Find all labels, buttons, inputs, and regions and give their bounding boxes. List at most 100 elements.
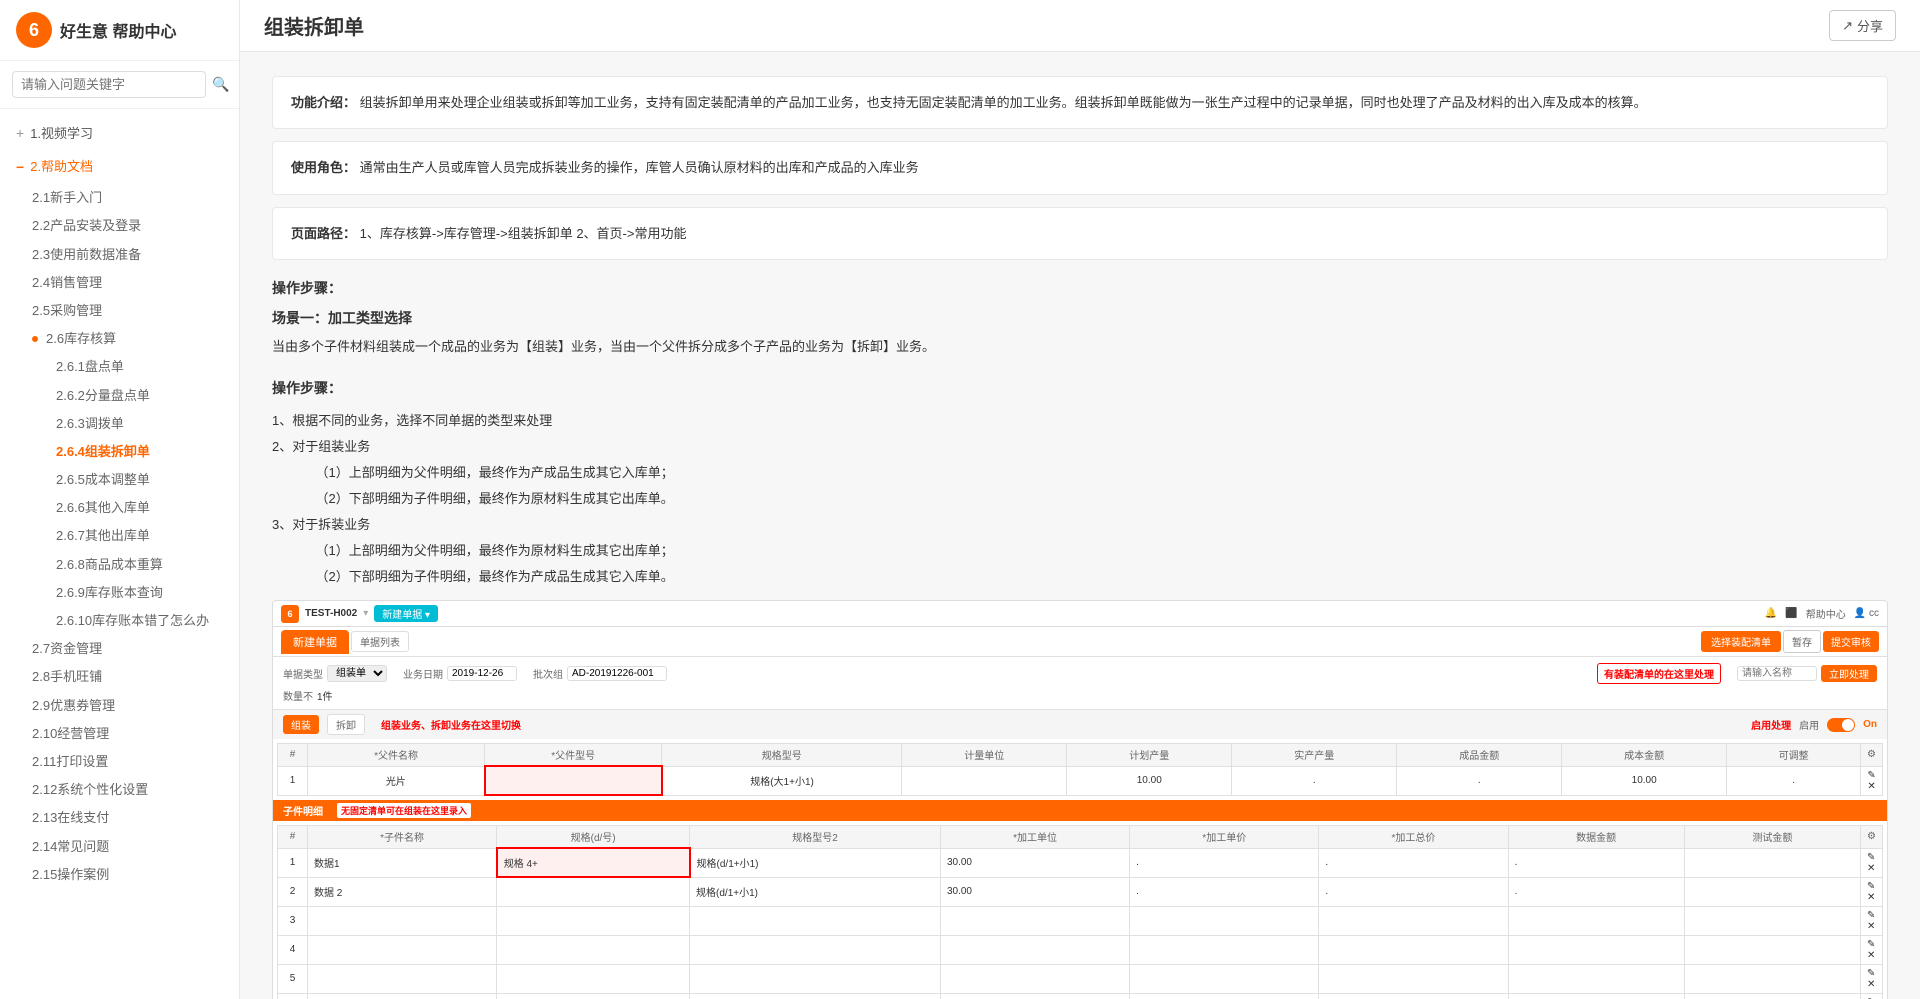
- active-dot: [32, 336, 38, 342]
- form-bom-input[interactable]: [1737, 666, 1817, 681]
- form-batch-input[interactable]: [567, 666, 667, 681]
- th-parent-model: *父件型号: [485, 744, 662, 767]
- ltd-s1: [497, 906, 690, 935]
- ltd-d: [1508, 993, 1684, 999]
- app-icon-bell[interactable]: 🔔: [1765, 608, 1777, 619]
- sidebar-item-install[interactable]: 2.2产品安装及登录: [24, 212, 239, 240]
- ltd-d: [1508, 906, 1684, 935]
- app-help-center[interactable]: 帮助中心: [1806, 606, 1846, 621]
- toggle-enable-label: 启用: [1799, 717, 1819, 732]
- app-toggle-disassembly[interactable]: 拆卸: [327, 714, 365, 735]
- step-1: 1、根据不同的业务，选择不同单据的类型来处理: [272, 408, 1888, 434]
- search-input[interactable]: [12, 71, 206, 98]
- scene1-desc: 当由多个子件材料组装成一个成品的业务为【组装】业务，当由一个父件拆分成多个子产品…: [272, 334, 1888, 360]
- sidebar-item-stock-check[interactable]: 2.6.9库存账本查询: [48, 579, 239, 607]
- ltd-ts: [1684, 935, 1860, 964]
- share-button[interactable]: ↗ 分享: [1829, 10, 1896, 41]
- lth-data-amount: 数据金额: [1508, 826, 1684, 849]
- sidebar-item-cost-adjust[interactable]: 2.6.5成本调整单: [48, 466, 239, 494]
- ltd-a[interactable]: ✎ ✕: [1861, 906, 1883, 935]
- sidebar-item-payment[interactable]: 2.13在线支付: [24, 804, 239, 832]
- lth-price: *加工单价: [1130, 826, 1319, 849]
- ltd-a[interactable]: ✎ ✕: [1861, 935, 1883, 964]
- ltd-action[interactable]: ✎ ✕: [1861, 877, 1883, 906]
- form-date-input[interactable]: [447, 666, 517, 681]
- sidebar-item-faq[interactable]: 2.14常见问题: [24, 833, 239, 861]
- sidebar-item-stock-count[interactable]: 2.6.1盘点单: [48, 353, 239, 381]
- form-type-select[interactable]: 组装单 拆卸单: [327, 665, 387, 682]
- ltd-spec2: 规格(d/1+小1): [690, 848, 941, 877]
- form-date: 业务日期: [403, 666, 517, 681]
- th-adjustable: 可调整: [1727, 744, 1861, 767]
- app-topbar: 6 TEST-H002 ▾ 新建单据 ▾ 🔔 ⬛ 帮助中心 👤 cc: [273, 601, 1887, 627]
- nav-tree: + 1.视频学习 − 2.帮助文档 2.1新手入门 2.2产品安装及登录 2.3…: [0, 109, 239, 999]
- sidebar-item-stock-count2[interactable]: 2.6.2分量盘点单: [48, 382, 239, 410]
- ltd-a[interactable]: ✎ ✕: [1861, 993, 1883, 999]
- th-actual-qty: 实产产量: [1232, 744, 1397, 767]
- sidebar-item-video[interactable]: + 1.视频学习: [0, 117, 239, 151]
- app-btn-print[interactable]: 暂存: [1783, 630, 1821, 653]
- upper-table-header-row: # *父件名称 *父件型号 规格型号 计量单位 计划产量 实产产量 成品金额 成…: [278, 744, 1883, 767]
- table-row: 6✎ ✕: [278, 993, 1883, 999]
- ltd-a[interactable]: ✎ ✕: [1861, 964, 1883, 993]
- ltd-test: [1684, 848, 1860, 877]
- sidebar-item-in-others[interactable]: 2.6.6其他入库单: [48, 494, 239, 522]
- sidebar-item-purchase[interactable]: 2.5采购管理: [24, 297, 239, 325]
- ltd-name: [308, 906, 497, 935]
- toggle-switch[interactable]: [1827, 718, 1855, 732]
- step-3: 3、对于拆装业务: [272, 512, 1888, 538]
- lower-table: # *子件名称 规格(d/号) 规格型号2 *加工单位 *加工单价 *加工总价 …: [277, 825, 1883, 999]
- sidebar-item-cases[interactable]: 2.15操作案例: [24, 861, 239, 889]
- sidebar-item-coupon[interactable]: 2.9优惠券管理: [24, 692, 239, 720]
- td-actual-qty: .: [1232, 766, 1397, 795]
- app-btn-save[interactable]: 选择装配清单: [1701, 631, 1781, 652]
- th-seq: #: [278, 744, 308, 767]
- lth-edit: ⚙: [1861, 826, 1883, 849]
- sidebar-item-custom[interactable]: 2.12系统个性化设置: [24, 776, 239, 804]
- ltd-s2: [690, 993, 941, 999]
- sidebar-item-cost-recalc[interactable]: 2.6.8商品成本重算: [48, 551, 239, 579]
- sidebar-item-docs[interactable]: − 2.帮助文档: [0, 151, 239, 185]
- ltd-p: [1130, 993, 1319, 999]
- lth-test-amount: 测试金额: [1684, 826, 1860, 849]
- form-bom-btn[interactable]: 立即处理: [1821, 665, 1877, 682]
- ltd-action[interactable]: ✎ ✕: [1861, 848, 1883, 877]
- ltd-p: [1130, 935, 1319, 964]
- steps-list: 1、根据不同的业务，选择不同单据的类型来处理 2、对于组装业务 （1）上部明细为…: [272, 408, 1888, 590]
- sidebar-item-new[interactable]: 2.1新手入门: [24, 184, 239, 212]
- role-label: 使用角色：: [291, 160, 356, 175]
- app-btn-submit[interactable]: 提交审核: [1823, 631, 1879, 652]
- ltd-ts: [1684, 993, 1860, 999]
- app-nav-newbill[interactable]: 新建单据 ▾: [374, 605, 438, 622]
- sidebar-item-ops[interactable]: 2.10经营管理: [24, 720, 239, 748]
- app-tab-list[interactable]: 单据列表: [351, 631, 409, 652]
- ltd-ts: [1684, 906, 1860, 935]
- sidebar-item-data[interactable]: 2.3使用前数据准备: [24, 241, 239, 269]
- sidebar-item-stock-error[interactable]: 2.6.10库存账本错了怎么办: [48, 607, 239, 635]
- sidebar-item-sales[interactable]: 2.4销售管理: [24, 269, 239, 297]
- ltd-s1: [497, 964, 690, 993]
- sidebar-item-print[interactable]: 2.11打印设置: [24, 748, 239, 776]
- app-avatar[interactable]: 👤 cc: [1854, 608, 1879, 619]
- ltd-name: [308, 964, 497, 993]
- nav-sub-docs: 2.1新手入门 2.2产品安装及登录 2.3使用前数据准备 2.4销售管理 2.…: [0, 184, 239, 889]
- ltd-price: .: [1130, 848, 1319, 877]
- ltd-ts: [1684, 964, 1860, 993]
- sidebar-item-finance[interactable]: 2.7资金管理: [24, 635, 239, 663]
- search-button[interactable]: 🔍: [212, 76, 229, 93]
- td-action[interactable]: ✎ ✕: [1861, 766, 1883, 795]
- form-type-label: 单据类型: [283, 666, 323, 681]
- sidebar-item-adjust[interactable]: 2.6.3调拨单: [48, 410, 239, 438]
- app-icon-apps[interactable]: ⬛: [1785, 608, 1797, 619]
- app-toggle-assembly[interactable]: 组装: [283, 715, 319, 734]
- sidebar-item-mobile[interactable]: 2.8手机旺铺: [24, 663, 239, 691]
- annotation-has-bom: 有装配清单的在这里处理: [1597, 663, 1721, 684]
- lower-table-container: # *子件名称 规格(d/号) 规格型号2 *加工单位 *加工单价 *加工总价 …: [273, 821, 1887, 999]
- sidebar-item-inventory[interactable]: 2.6库存核算: [24, 325, 239, 353]
- sidebar-item-assembly[interactable]: 2.6.4组装拆卸单: [48, 438, 239, 466]
- app-tab-assembly[interactable]: 新建单据: [281, 630, 349, 654]
- page-title: 组装拆卸单: [264, 11, 364, 40]
- sidebar-item-out-others[interactable]: 2.6.7其他出库单: [48, 522, 239, 550]
- upper-table: # *父件名称 *父件型号 规格型号 计量单位 计划产量 实产产量 成品金额 成…: [277, 743, 1883, 796]
- ltd-total: .: [1319, 877, 1508, 906]
